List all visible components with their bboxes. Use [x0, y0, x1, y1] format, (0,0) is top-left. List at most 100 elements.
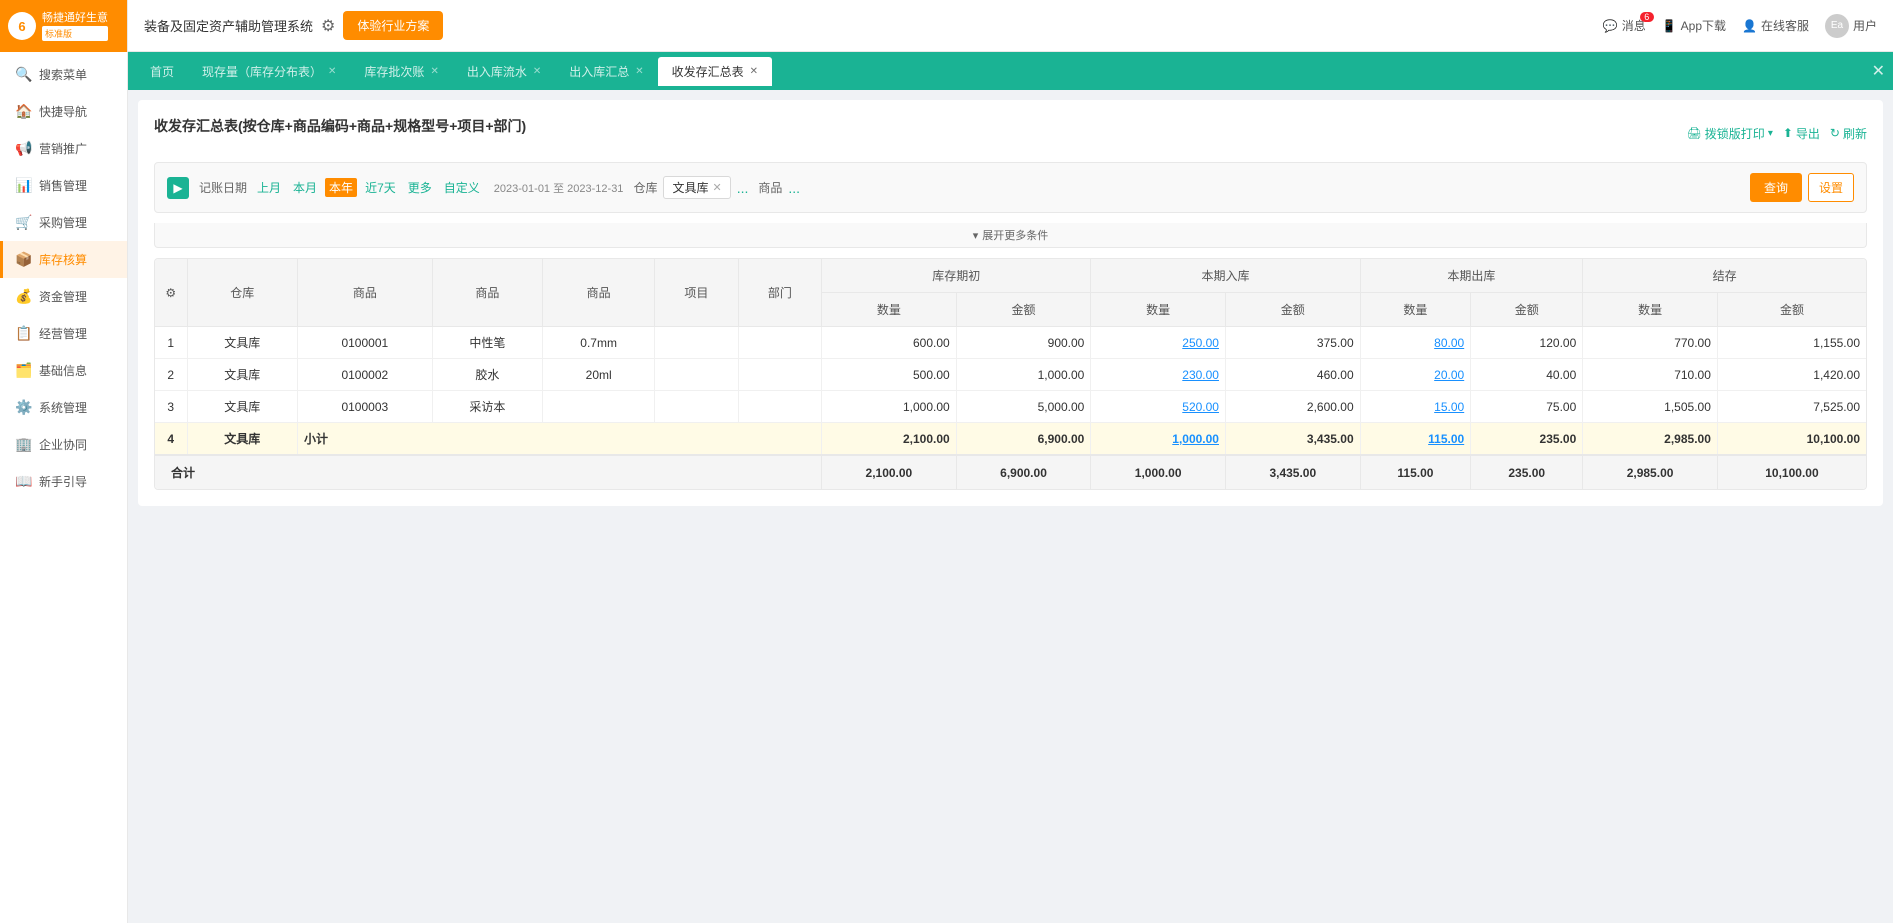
sidebar-item-search[interactable]: 🔍 搜索菜单 — [0, 56, 127, 93]
subtotal-label: 小计 — [298, 423, 822, 456]
refresh-button[interactable]: ↻ 刷新 — [1830, 125, 1867, 142]
user-button[interactable]: Ea 用户 — [1825, 14, 1877, 38]
sidebar-item-guide[interactable]: 📖 新手引导 — [0, 463, 127, 500]
avatar: Ea — [1825, 14, 1849, 38]
th-close-qty: 数量 — [1583, 293, 1718, 327]
out-qty-link[interactable]: 80.00 — [1434, 336, 1464, 350]
topbar-left: 装备及固定资产辅助管理系统 ⚙ 体验行业方案 — [144, 11, 443, 40]
date-shortcut-more[interactable]: 更多 — [404, 178, 436, 197]
tabs-bar: 首页现存量（库存分布表）✕库存批次账✕出入库流水✕出入库汇总✕收发存汇总表✕✕ — [128, 52, 1893, 90]
date-shortcut-this-year[interactable]: 本年 — [325, 178, 357, 197]
row-in-qty[interactable]: 250.00 — [1091, 327, 1226, 359]
out-qty-link[interactable]: 20.00 — [1434, 368, 1464, 382]
tab-close-icon[interactable]: ✕ — [430, 66, 438, 77]
warehouse-tag[interactable]: 文具库 ✕ — [663, 176, 730, 199]
date-shortcut-last-month[interactable]: 上月 — [253, 178, 285, 197]
row-close-amt: 7,525.00 — [1717, 391, 1866, 423]
row-goods-name: 采访本 — [432, 391, 543, 423]
subtotal-open-qty: 2,100.00 — [822, 423, 957, 456]
row-out-qty[interactable]: 20.00 — [1360, 359, 1471, 391]
tab-close-icon[interactable]: ✕ — [750, 66, 758, 77]
close-all-tabs-icon[interactable]: ✕ — [1872, 61, 1885, 81]
filter-settings-button[interactable]: 设置 — [1808, 173, 1854, 202]
sidebar-item-inventory[interactable]: 📦 库存核算 — [0, 241, 127, 278]
warehouse-label: 仓库 — [633, 179, 657, 196]
row-open-amt: 900.00 — [956, 327, 1091, 359]
export-icon: ⬆ — [1783, 126, 1793, 140]
sidebar-item-marketing[interactable]: 📢 营销推广 — [0, 130, 127, 167]
total-open-qty: 2,100.00 — [822, 455, 957, 489]
row-in-qty[interactable]: 230.00 — [1091, 359, 1226, 391]
row-close-amt: 1,420.00 — [1717, 359, 1866, 391]
logo-text-area: 畅捷通好生意 标准版 — [42, 11, 108, 40]
th-dept: 部门 — [738, 259, 821, 327]
date-shortcut-custom[interactable]: 自定义 — [440, 178, 484, 197]
subtotal-out-amt: 235.00 — [1471, 423, 1583, 456]
goods-ellipsis-icon[interactable]: ... — [788, 180, 800, 196]
data-table: ⚙ 仓库 商品 商品 商品 项目 部门 库存期初 本期入库 本期出库 — [155, 259, 1866, 489]
sidebar-item-business[interactable]: 📋 经营管理 — [0, 315, 127, 352]
finance-icon: 💰 — [15, 288, 31, 305]
sidebar-item-enterprise[interactable]: 🏢 企业协同 — [0, 426, 127, 463]
date-shortcut-7days[interactable]: 近7天 — [361, 178, 400, 197]
message-button[interactable]: 💬 消息 6 — [1603, 17, 1646, 34]
warehouse-ellipsis-icon[interactable]: ... — [737, 180, 749, 196]
sidebar-item-finance[interactable]: 💰 资金管理 — [0, 278, 127, 315]
sidebar-item-sales[interactable]: 📊 销售管理 — [0, 167, 127, 204]
sidebar-item-basic-info[interactable]: 🗂️ 基础信息 — [0, 352, 127, 389]
expand-conditions-button[interactable]: ▾ 展开更多条件 — [973, 227, 1049, 243]
row-out-qty[interactable]: 15.00 — [1360, 391, 1471, 423]
print-button[interactable]: 🖨 拨锁版打印 ▾ — [1687, 125, 1773, 142]
in-qty-link[interactable]: 520.00 — [1182, 400, 1219, 414]
table-total-row: 合计 2,100.00 6,900.00 1,000.00 3,435.00 1… — [155, 455, 1866, 489]
tab-home[interactable]: 首页 — [136, 57, 188, 86]
date-filter-section: 记账日期 上月 本月 本年 近7天 更多 自定义 — [199, 178, 484, 197]
query-button[interactable]: 查询 — [1750, 173, 1802, 202]
sidebar: 6 畅捷通好生意 标准版 🔍 搜索菜单 🏠 快捷导航 📢 营销推广 📊 销售管理… — [0, 0, 128, 923]
row-in-qty[interactable]: 520.00 — [1091, 391, 1226, 423]
table-settings-icon: ⚙ — [165, 286, 176, 300]
sidebar-item-label: 搜索菜单 — [39, 66, 87, 83]
trial-button[interactable]: 体验行业方案 — [343, 11, 443, 40]
th-goods-code: 商品 — [298, 259, 433, 327]
th-closing: 结存 — [1583, 259, 1866, 293]
total-close-amt: 10,100.00 — [1717, 455, 1866, 489]
tab-in_out_flow[interactable]: 出入库流水✕ — [453, 57, 555, 86]
tab-close-icon[interactable]: ✕ — [635, 66, 643, 77]
tab-inventory_dist[interactable]: 现存量（库存分布表）✕ — [188, 57, 350, 86]
tab-batch_account[interactable]: 库存批次账✕ — [350, 57, 452, 86]
row-out-amt: 40.00 — [1471, 359, 1583, 391]
date-shortcut-this-month[interactable]: 本月 — [289, 178, 321, 197]
in-qty-link[interactable]: 250.00 — [1182, 336, 1219, 350]
topbar: 装备及固定资产辅助管理系统 ⚙ 体验行业方案 💬 消息 6 📱 App下载 👤 … — [128, 0, 1893, 52]
sidebar-item-purchase[interactable]: 🛒 采购管理 — [0, 204, 127, 241]
date-label: 记账日期 — [199, 179, 247, 196]
sidebar-item-system[interactable]: ⚙️ 系统管理 — [0, 389, 127, 426]
tab-in_out_summary[interactable]: 出入库汇总✕ — [555, 57, 657, 86]
in-qty-link[interactable]: 230.00 — [1182, 368, 1219, 382]
sidebar-menu: 🔍 搜索菜单 🏠 快捷导航 📢 营销推广 📊 销售管理 🛒 采购管理 📦 库存核… — [0, 52, 127, 923]
row-out-qty[interactable]: 80.00 — [1360, 327, 1471, 359]
online-service-button[interactable]: 👤 在线客服 — [1742, 17, 1809, 34]
warehouse-tag-close-icon[interactable]: ✕ — [712, 181, 721, 194]
export-label: 导出 — [1796, 125, 1820, 142]
tab-recv_send_summary[interactable]: 收发存汇总表✕ — [658, 57, 772, 86]
th-opening-stock: 库存期初 — [822, 259, 1091, 293]
sidebar-item-label: 经营管理 — [39, 325, 87, 342]
sidebar-item-quick-nav[interactable]: 🏠 快捷导航 — [0, 93, 127, 130]
export-button[interactable]: ⬆ 导出 — [1783, 125, 1820, 142]
out-qty-link[interactable]: 15.00 — [1434, 400, 1464, 414]
table-settings-header[interactable]: ⚙ — [155, 259, 187, 327]
sidebar-item-label: 销售管理 — [39, 177, 87, 194]
total-open-amt: 6,900.00 — [956, 455, 1091, 489]
total-out-amt: 235.00 — [1471, 455, 1583, 489]
table-row: 3 文具库 0100003 采访本 1,000.00 5,000.00 520.… — [155, 391, 1866, 423]
th-goods-name: 商品 — [432, 259, 543, 327]
system-settings-icon[interactable]: ⚙ — [321, 16, 335, 36]
app-download-button[interactable]: 📱 App下载 — [1662, 17, 1726, 34]
tab-close-icon[interactable]: ✕ — [328, 66, 336, 77]
sidebar-item-label: 企业协同 — [39, 436, 87, 453]
system-icon: ⚙️ — [15, 399, 31, 416]
filter-expand-button[interactable]: ▶ — [167, 177, 189, 199]
tab-close-icon[interactable]: ✕ — [533, 66, 541, 77]
